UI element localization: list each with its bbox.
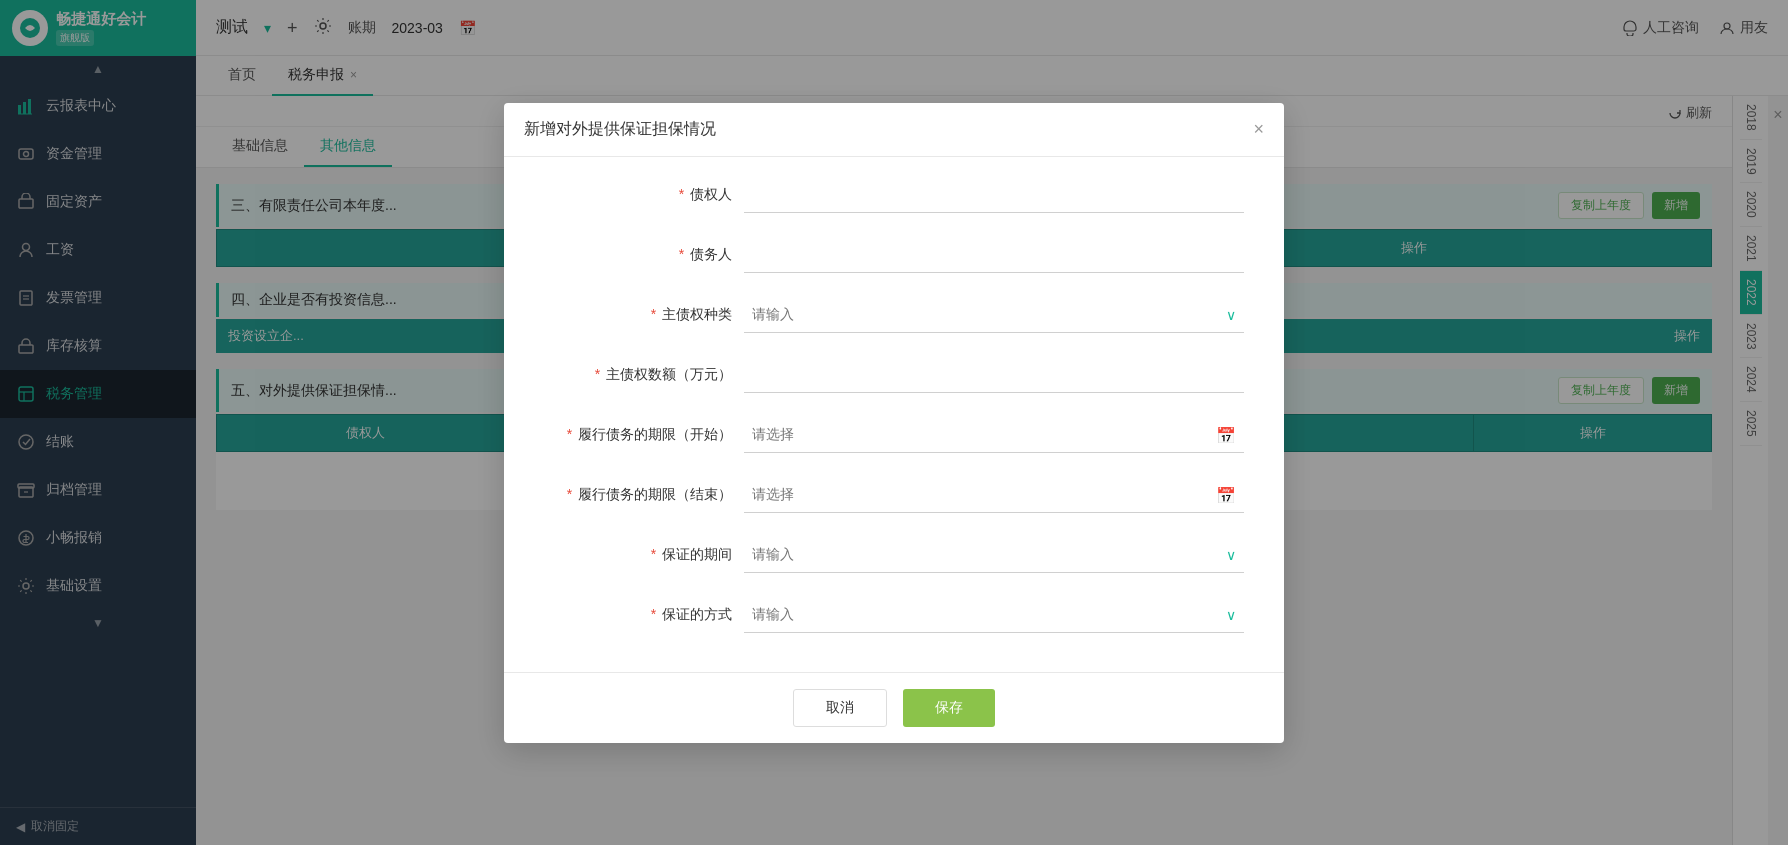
- form-row-debt-type: * 主债权种类 ∨: [544, 297, 1244, 333]
- creditor-input[interactable]: [744, 177, 1244, 213]
- debtor-required: *: [679, 246, 684, 262]
- period-start-label: * 履行债务的期限（开始）: [544, 426, 744, 444]
- form-row-debtor: * 债务人: [544, 237, 1244, 273]
- guarantee-period-required: *: [651, 546, 656, 562]
- guarantee-method-input[interactable]: [744, 597, 1244, 633]
- period-start-input[interactable]: [744, 417, 1244, 453]
- period-end-label: * 履行债务的期限（结束）: [544, 486, 744, 504]
- debtor-label: * 债务人: [544, 246, 744, 264]
- modal-body: * 债权人 * 债务人 * 主债权种类: [504, 157, 1284, 672]
- save-button[interactable]: 保存: [903, 689, 995, 727]
- period-start-required: *: [567, 426, 572, 442]
- modal-header: 新增对外提供保证担保情况 ×: [504, 103, 1284, 157]
- period-end-input[interactable]: [744, 477, 1244, 513]
- cancel-button[interactable]: 取消: [793, 689, 887, 727]
- form-row-period-start: * 履行债务的期限（开始） 📅: [544, 417, 1244, 453]
- guarantee-method-required: *: [651, 606, 656, 622]
- debt-type-label: * 主债权种类: [544, 306, 744, 324]
- modal-overlay: 新增对外提供保证担保情况 × * 债权人 * 债务人: [0, 0, 1788, 845]
- form-row-creditor: * 债权人: [544, 177, 1244, 213]
- debt-amount-required: *: [595, 366, 600, 382]
- period-end-date-wrap: 📅: [744, 477, 1244, 513]
- modal-close-btn[interactable]: ×: [1253, 120, 1264, 138]
- debt-amount-input[interactable]: [744, 357, 1244, 393]
- debt-amount-label: * 主债权数额（万元）: [544, 366, 744, 384]
- form-row-debt-amount: * 主债权数额（万元）: [544, 357, 1244, 393]
- creditor-required: *: [679, 186, 684, 202]
- period-end-required: *: [567, 486, 572, 502]
- debt-type-input[interactable]: [744, 297, 1244, 333]
- form-row-period-end: * 履行债务的期限（结束） 📅: [544, 477, 1244, 513]
- debt-type-select-wrap: ∨: [744, 297, 1244, 333]
- debtor-input[interactable]: [744, 237, 1244, 273]
- modal: 新增对外提供保证担保情况 × * 债权人 * 债务人: [504, 103, 1284, 743]
- form-row-guarantee-period: * 保证的期间 ∨: [544, 537, 1244, 573]
- guarantee-period-input[interactable]: [744, 537, 1244, 573]
- modal-footer: 取消 保存: [504, 672, 1284, 743]
- debt-type-required: *: [651, 306, 656, 322]
- creditor-label: * 债权人: [544, 186, 744, 204]
- guarantee-method-label: * 保证的方式: [544, 606, 744, 624]
- period-start-date-wrap: 📅: [744, 417, 1244, 453]
- modal-title: 新增对外提供保证担保情况: [524, 119, 716, 140]
- guarantee-period-select-wrap: ∨: [744, 537, 1244, 573]
- guarantee-method-select-wrap: ∨: [744, 597, 1244, 633]
- form-row-guarantee-method: * 保证的方式 ∨: [544, 597, 1244, 633]
- guarantee-period-label: * 保证的期间: [544, 546, 744, 564]
